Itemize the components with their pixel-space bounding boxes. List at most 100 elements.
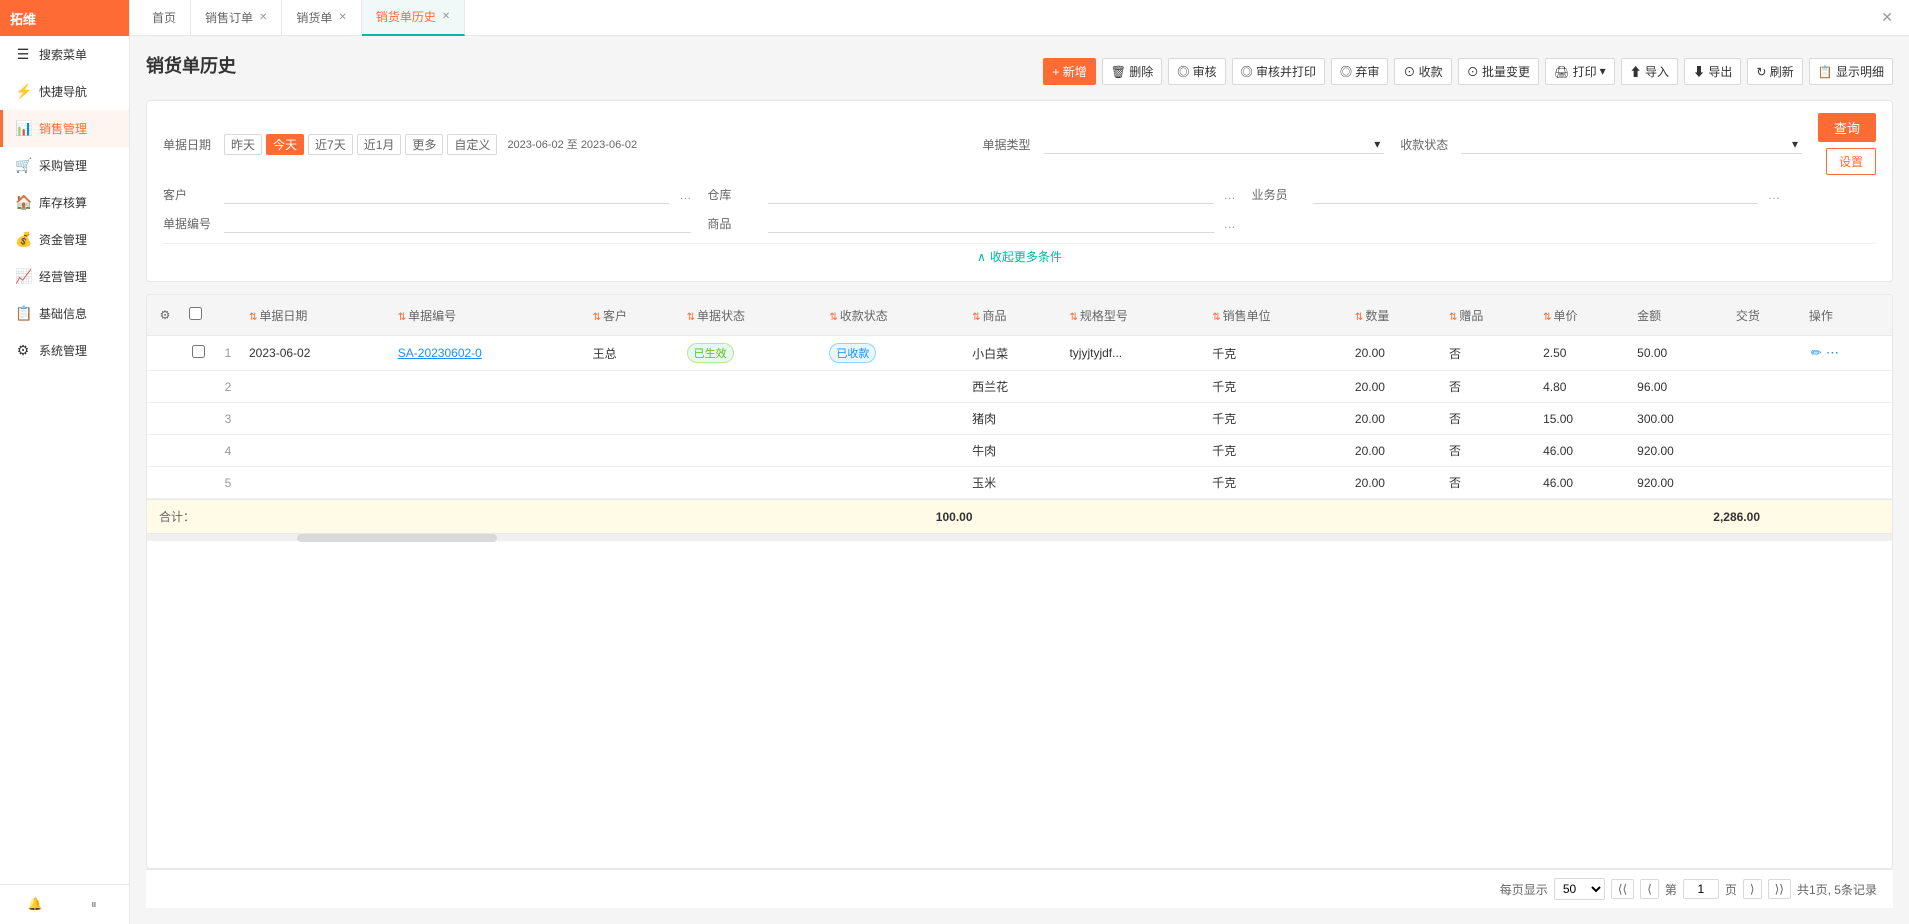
print-button[interactable]: 🖨 打印 ▾ — [1545, 58, 1615, 85]
type-select[interactable]: ▾ — [1044, 135, 1385, 154]
import-button[interactable]: ⬆ 导入 — [1621, 58, 1678, 85]
sidebar-item-search[interactable]: ☰ 搜索菜单 — [0, 36, 129, 73]
order-no-link[interactable]: SA-20230602-0 — [398, 346, 482, 360]
per-page-select[interactable]: 50 100 200 — [1554, 878, 1605, 900]
sidebar-item-inventory[interactable]: 🏠 库存核算 — [0, 184, 129, 221]
col-customer[interactable]: ⇅客户 — [587, 295, 681, 336]
audit-print-button[interactable]: ◎ 审核并打印 — [1232, 58, 1325, 85]
cell-customer: 王总 — [587, 336, 681, 371]
sidebar-item-purchase[interactable]: 🛒 采购管理 — [0, 147, 129, 184]
collect-button[interactable]: ⊙ 收款 — [1394, 58, 1451, 85]
warehouse-input[interactable] — [768, 185, 1213, 204]
col-order-status[interactable]: ⇅单据状态 — [681, 295, 824, 336]
customer-label: 客户 — [163, 186, 218, 203]
customer-input[interactable] — [224, 185, 669, 204]
tab-home[interactable]: 首页 — [138, 0, 191, 36]
row-checkbox[interactable] — [192, 345, 205, 358]
cell-order-status — [681, 435, 824, 467]
sidebar-item-sales[interactable]: 📊 销售管理 — [0, 110, 129, 147]
sidebar-item-basic[interactable]: 📋 基础信息 — [0, 295, 129, 332]
scrollbar-thumb[interactable] — [297, 534, 497, 542]
collect-status-select[interactable]: ▾ — [1461, 135, 1802, 154]
cell-customer — [587, 371, 681, 403]
tab-sales-order[interactable]: 销售订单 ✕ — [191, 0, 282, 36]
cell-orderno — [392, 371, 587, 403]
cell-delivery — [1730, 336, 1803, 371]
tab-sales-order-close[interactable]: ✕ — [259, 12, 267, 23]
col-orderno[interactable]: ⇅单据编号 — [392, 295, 587, 336]
sidebar-item-quicknav[interactable]: ⚡ 快捷导航 — [0, 73, 129, 110]
notification-btn[interactable]: 🔔 — [8, 893, 63, 916]
col-spec[interactable]: ⇅规格型号 — [1063, 295, 1206, 336]
table-header-row: ⚙ ⇅单据日期 ⇅单据编号 ⇅客户 ⇅单据状态 ⇅收款状态 ⇅商品 ⇅规格型号 — [147, 295, 1892, 336]
sidebar-item-finance[interactable]: 💰 资金管理 — [0, 221, 129, 258]
horizontal-scrollbar[interactable] — [147, 533, 1892, 541]
warehouse-dots[interactable]: … — [1224, 188, 1236, 202]
filter-row-1: 单据日期 昨天 今天 近7天 近1月 更多 自定义 2023-06-02 至 2… — [163, 113, 1876, 175]
tab-sales-history[interactable]: 销货单历史 ✕ — [362, 0, 465, 36]
col-price[interactable]: ⇅单价 — [1537, 295, 1631, 336]
table-row: 1 2023-06-02 SA-20230602-0 王总 已生效 已收款 小白… — [147, 336, 1892, 371]
next-page-button[interactable]: ⟩ — [1743, 879, 1762, 899]
date-btn-yesterday[interactable]: 昨天 — [224, 134, 262, 155]
settings-gear-icon[interactable]: ⚙ — [153, 303, 177, 327]
cell-checkbox — [183, 435, 213, 467]
cell-rownum: 1 — [213, 336, 243, 371]
col-unit[interactable]: ⇅销售单位 — [1206, 295, 1349, 336]
cell-checkbox — [183, 371, 213, 403]
tab-sales-goods[interactable]: 销货单 ✕ — [282, 0, 361, 36]
tab-sales-goods-close[interactable]: ✕ — [338, 12, 346, 23]
date-btn-more[interactable]: 更多 — [405, 134, 443, 155]
col-qty[interactable]: ⇅数量 — [1349, 295, 1443, 336]
cell-price: 46.00 — [1537, 467, 1631, 499]
col-collect-status[interactable]: ⇅收款状态 — [823, 295, 966, 336]
sidebar-item-label: 资金管理 — [39, 231, 87, 248]
date-btn-7days[interactable]: 近7天 — [308, 134, 353, 155]
refresh-button[interactable]: ↻ 刷新 — [1747, 58, 1802, 85]
order-no-input[interactable] — [224, 214, 691, 233]
batch-button[interactable]: ⊙ 批量变更 — [1458, 58, 1539, 85]
last-page-button[interactable]: ⟩⟩ — [1768, 879, 1791, 899]
sidebar-item-label: 经营管理 — [39, 268, 87, 285]
query-button[interactable]: 查询 — [1818, 113, 1876, 142]
cell-settings — [147, 467, 183, 499]
col-goods[interactable]: ⇅商品 — [966, 295, 1063, 336]
export-button[interactable]: ⬇ 导出 — [1684, 58, 1741, 85]
customer-dots[interactable]: … — [679, 188, 691, 202]
col-settings[interactable]: ⚙ — [147, 295, 183, 336]
audit-button[interactable]: ◎ 审核 — [1168, 58, 1225, 85]
goods-dots[interactable]: … — [1224, 217, 1236, 231]
date-btn-1month[interactable]: 近1月 — [357, 134, 402, 155]
abandon-button[interactable]: ◎ 弃审 — [1331, 58, 1388, 85]
pagination: 每页显示 50 100 200 ⟨⟨ ⟨ 第 页 ⟩ ⟩⟩ 共1页, 5条记录 — [146, 869, 1893, 908]
more-btn[interactable]: ⋯ — [1826, 345, 1839, 360]
page-number-input[interactable] — [1683, 879, 1719, 899]
cell-gift: 否 — [1443, 336, 1537, 371]
col-date[interactable]: ⇅单据日期 — [243, 295, 392, 336]
tab-sales-history-close[interactable]: ✕ — [442, 11, 450, 22]
date-btn-today[interactable]: 今天 — [266, 134, 304, 155]
select-all-checkbox[interactable] — [189, 307, 202, 320]
pause-btn[interactable]: ⏸ — [67, 893, 122, 916]
sidebar-item-system[interactable]: ⚙ 系统管理 — [0, 332, 129, 369]
prev-page-button[interactable]: ⟨ — [1640, 879, 1659, 899]
cell-spec: tyjyjtyjdf... — [1063, 336, 1206, 371]
staff-dots[interactable]: … — [1768, 188, 1780, 202]
new-button[interactable]: + 新增 — [1043, 58, 1095, 85]
tab-sales-goods-label: 销货单 — [296, 9, 332, 26]
first-page-button[interactable]: ⟨⟨ — [1611, 879, 1634, 899]
sidebar-item-operations[interactable]: 📈 经营管理 — [0, 258, 129, 295]
cell-ops — [1803, 435, 1892, 467]
edit-btn[interactable]: ✏ — [1811, 345, 1822, 360]
goods-input[interactable] — [768, 214, 1213, 233]
date-btn-custom[interactable]: 自定义 — [447, 134, 497, 155]
tabbar-close-all[interactable]: ✕ — [1873, 9, 1901, 26]
delete-button[interactable]: 🗑 删除 — [1102, 58, 1163, 85]
collapse-button[interactable]: ∧ 收起更多条件 — [163, 243, 1876, 269]
staff-input[interactable] — [1313, 185, 1758, 204]
col-gift[interactable]: ⇅赠品 — [1443, 295, 1537, 336]
setting-button[interactable]: 设置 — [1826, 148, 1876, 175]
cell-date — [243, 435, 392, 467]
show-detail-button[interactable]: 📋 显示明细 — [1809, 58, 1893, 85]
sales-icon: 📊 — [15, 120, 31, 137]
